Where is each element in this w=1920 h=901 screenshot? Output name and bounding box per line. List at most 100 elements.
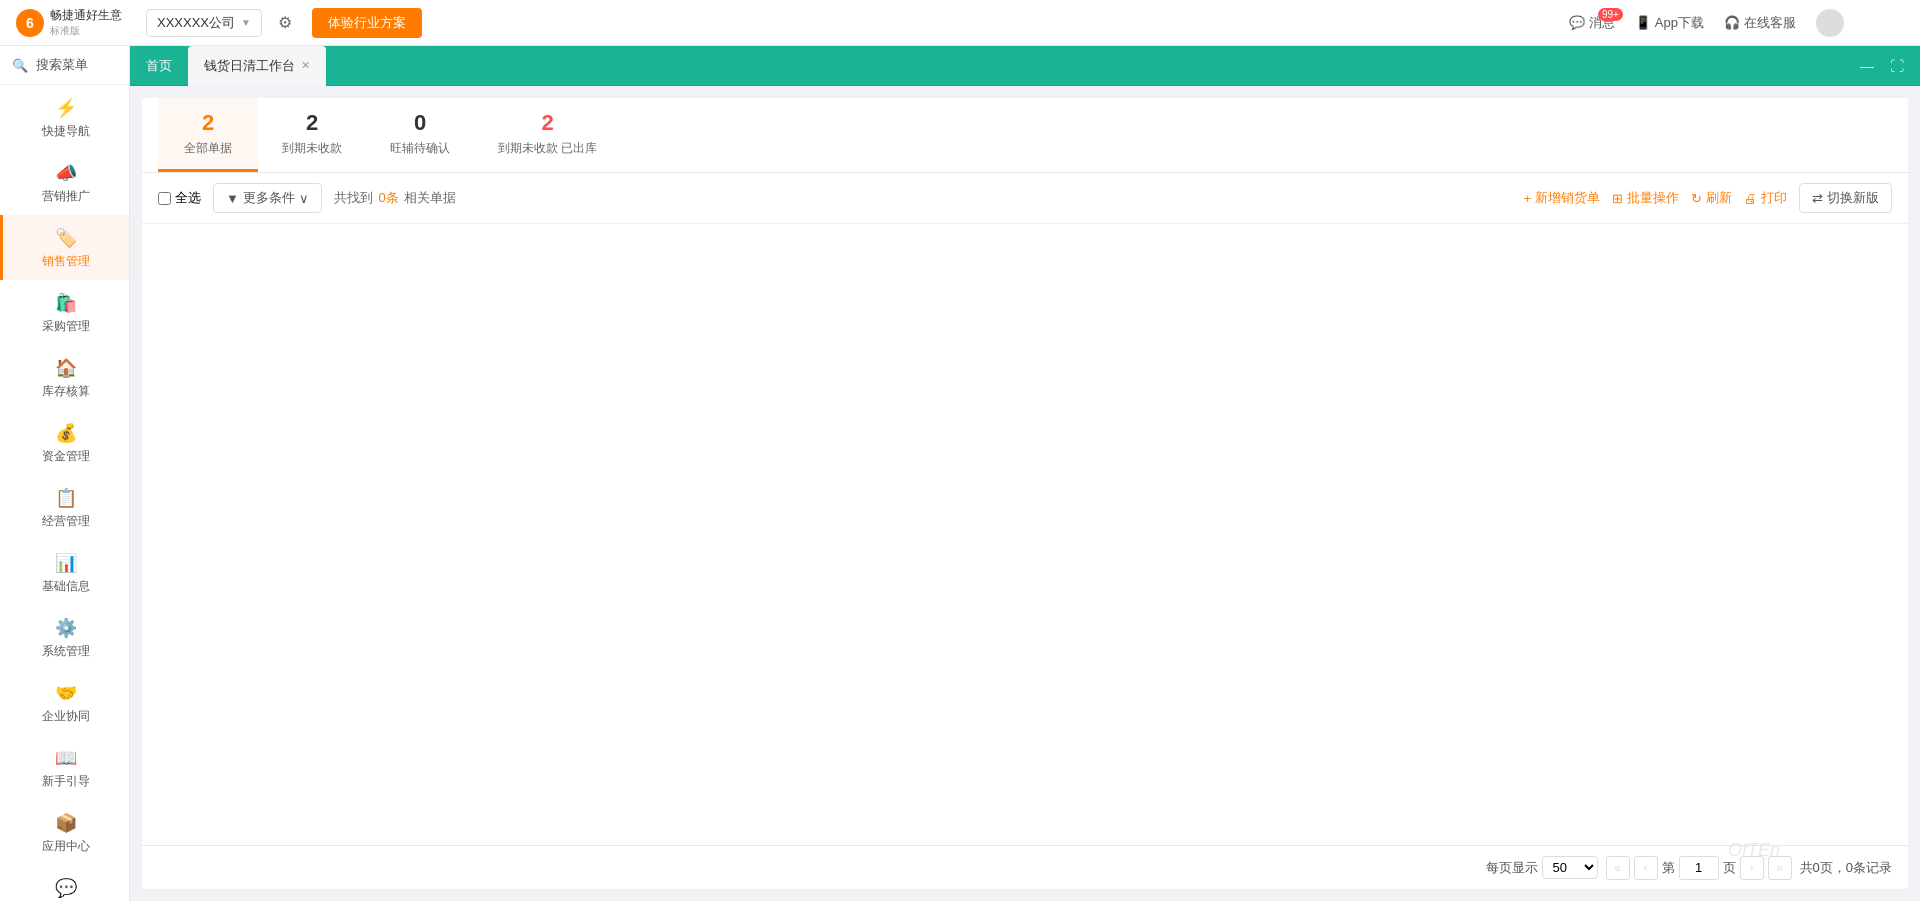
sidebar-item-wechat[interactable]: 💬 企业微信 <box>0 865 129 901</box>
stat-label-wangwang: 旺辅待确认 <box>390 140 450 157</box>
sales-icon: 🏷️ <box>55 227 77 249</box>
print-label: 打印 <box>1761 189 1787 207</box>
sidebar-search-label: 搜索菜单 <box>36 56 88 74</box>
tab-home[interactable]: 首页 <box>130 46 188 86</box>
sidebar-item-operations[interactable]: 📋 经营管理 <box>0 475 129 540</box>
sidebar-search[interactable]: 🔍 搜索菜单 <box>0 46 129 85</box>
sidebar-item-finance[interactable]: 💰 资金管理 <box>0 410 129 475</box>
main-layout: 🔍 搜索菜单 ⚡ 快捷导航 📣 营销推广 🏷️ 销售管理 🛍️ 采购管理 🏠 库… <box>0 46 1920 901</box>
tab-maximize-button[interactable]: ⛶ <box>1886 54 1908 78</box>
wechat-icon: 💬 <box>55 877 77 899</box>
select-all-checkbox[interactable]: 全选 <box>158 189 201 207</box>
sidebar-item-app-center[interactable]: 📦 应用中心 <box>0 800 129 865</box>
sidebar-item-enterprise[interactable]: 🤝 企业协同 <box>0 670 129 735</box>
prev-page-button[interactable]: ‹ <box>1634 856 1658 880</box>
stat-tab-wangwang[interactable]: 0 旺辅待确认 <box>366 98 474 172</box>
system-icon: ⚙️ <box>55 617 77 639</box>
sidebar-label-finance: 资金管理 <box>42 448 90 465</box>
stat-tab-overdue[interactable]: 2 到期未收款 <box>258 98 366 172</box>
sidebar-item-inventory[interactable]: 🏠 库存核算 <box>0 345 129 410</box>
stat-label-overdue: 到期未收款 <box>282 140 342 157</box>
print-button[interactable]: 🖨 打印 <box>1744 189 1787 207</box>
stat-tab-overdue-out[interactable]: 2 到期未收款 已出库 <box>474 98 621 172</box>
per-page-select[interactable]: 50 100 <box>1542 856 1598 879</box>
batch-icon: ⊞ <box>1612 191 1623 206</box>
sidebar-label-quick-nav: 快捷导航 <box>42 123 90 140</box>
sidebar-label-enterprise: 企业协同 <box>42 708 90 725</box>
found-suffix: 相关单据 <box>404 190 456 205</box>
total-records: 共0页，0条记录 <box>1800 859 1892 877</box>
marketing-icon: 📣 <box>55 162 77 184</box>
app-download-button[interactable]: 📱 App下载 <box>1635 14 1704 32</box>
trial-button[interactable]: 体验行业方案 <box>312 8 422 38</box>
basic-info-icon: 📊 <box>55 552 77 574</box>
tab-minimize-button[interactable]: — <box>1856 54 1878 78</box>
sidebar: 🔍 搜索菜单 ⚡ 快捷导航 📣 营销推广 🏷️ 销售管理 🛍️ 采购管理 🏠 库… <box>0 46 130 901</box>
settings-icon: ⚙ <box>278 13 292 32</box>
online-service-label: 在线客服 <box>1744 14 1796 32</box>
sidebar-item-quick-nav[interactable]: ⚡ 快捷导航 <box>0 85 129 150</box>
sidebar-item-sales[interactable]: 🏷️ 销售管理 <box>0 215 129 280</box>
sidebar-label-sales: 销售管理 <box>42 253 90 270</box>
user-avatar[interactable] <box>1816 9 1844 37</box>
sidebar-label-app-center: 应用中心 <box>42 838 90 855</box>
found-count: 0条 <box>379 190 399 205</box>
sidebar-item-purchase[interactable]: 🛍️ 采购管理 <box>0 280 129 345</box>
guide-icon: 📖 <box>55 747 77 769</box>
header-right: 💬 消息 99+ 📱 App下载 🎧 在线客服 <box>1569 9 1904 37</box>
pagination: 每页显示 50 100 « ‹ 第 页 › » <box>142 845 1908 889</box>
batch-operation-button[interactable]: ⊞ 批量操作 <box>1612 189 1679 207</box>
logo-area: 6 畅捷通好生意 标准版 <box>16 8 146 37</box>
tab-bar-actions: — ⛶ <box>1856 54 1920 78</box>
tab-home-label: 首页 <box>146 57 172 75</box>
next-page-button[interactable]: › <box>1740 856 1764 880</box>
finance-icon: 💰 <box>55 422 77 444</box>
logo-text: 畅捷通好生意 标准版 <box>50 8 122 37</box>
switch-label: 切换新版 <box>1827 189 1879 207</box>
filter-icon: ▼ <box>226 191 239 206</box>
sidebar-label-system: 系统管理 <box>42 643 90 660</box>
switch-version-button[interactable]: ⇄ 切换新版 <box>1799 183 1892 213</box>
stat-label-all: 全部单据 <box>184 140 232 157</box>
page-size-select: 每页显示 50 100 <box>1486 856 1598 879</box>
first-page-button[interactable]: « <box>1606 856 1630 880</box>
toolbar-right: + 新增销货单 ⊞ 批量操作 ↻ 刷新 🖨 打 <box>1523 183 1892 213</box>
settings-button[interactable]: ⚙ <box>270 8 300 38</box>
tab-bar: 首页 钱货日清工作台 ✕ — ⛶ <box>130 46 1920 86</box>
filter-button[interactable]: ▼ 更多条件 ∨ <box>213 183 322 213</box>
sidebar-label-inventory: 库存核算 <box>42 383 90 400</box>
toolbar: 全选 ▼ 更多条件 ∨ 共找到 0条 相关单据 + <box>142 173 1908 224</box>
page-nav: « ‹ 第 页 › » <box>1606 856 1792 880</box>
stat-tab-all[interactable]: 2 全部单据 <box>158 98 258 172</box>
operations-icon: 📋 <box>55 487 77 509</box>
company-selector[interactable]: XXXXXX公司 ▼ <box>146 9 262 37</box>
refresh-label: 刷新 <box>1706 189 1732 207</box>
select-all-input[interactable] <box>158 192 171 205</box>
logo-line2: 标准版 <box>50 24 122 37</box>
purchase-icon: 🛍️ <box>55 292 77 314</box>
logo-icon: 6 <box>16 9 44 37</box>
tab-work-bench[interactable]: 钱货日清工作台 ✕ <box>188 46 326 86</box>
sidebar-label-guide: 新手引导 <box>42 773 90 790</box>
stat-count-wangwang: 0 <box>414 110 426 136</box>
sidebar-item-basic-info[interactable]: 📊 基础信息 <box>0 540 129 605</box>
last-page-button[interactable]: » <box>1768 856 1792 880</box>
company-dropdown-arrow: ▼ <box>241 17 251 28</box>
sidebar-item-guide[interactable]: 📖 新手引导 <box>0 735 129 800</box>
filter-label: 更多条件 <box>243 189 295 207</box>
online-service-button[interactable]: 🎧 在线客服 <box>1724 14 1796 32</box>
stat-label-overdue-out: 到期未收款 已出库 <box>498 140 597 157</box>
tab-close-button[interactable]: ✕ <box>301 59 310 72</box>
enterprise-icon: 🤝 <box>55 682 77 704</box>
page-number-input[interactable] <box>1679 856 1719 880</box>
sidebar-item-marketing[interactable]: 📣 营销推广 <box>0 150 129 215</box>
inventory-icon: 🏠 <box>55 357 77 379</box>
sidebar-item-system[interactable]: ⚙️ 系统管理 <box>0 605 129 670</box>
quick-nav-icon: ⚡ <box>55 97 77 119</box>
refresh-button[interactable]: ↻ 刷新 <box>1691 189 1732 207</box>
online-service-icon: 🎧 <box>1724 15 1740 30</box>
add-btn-label: 新增销货单 <box>1535 189 1600 207</box>
add-sales-order-button[interactable]: + 新增销货单 <box>1523 189 1600 207</box>
message-button[interactable]: 💬 消息 99+ <box>1569 14 1615 32</box>
per-page-label: 每页显示 <box>1486 859 1538 877</box>
